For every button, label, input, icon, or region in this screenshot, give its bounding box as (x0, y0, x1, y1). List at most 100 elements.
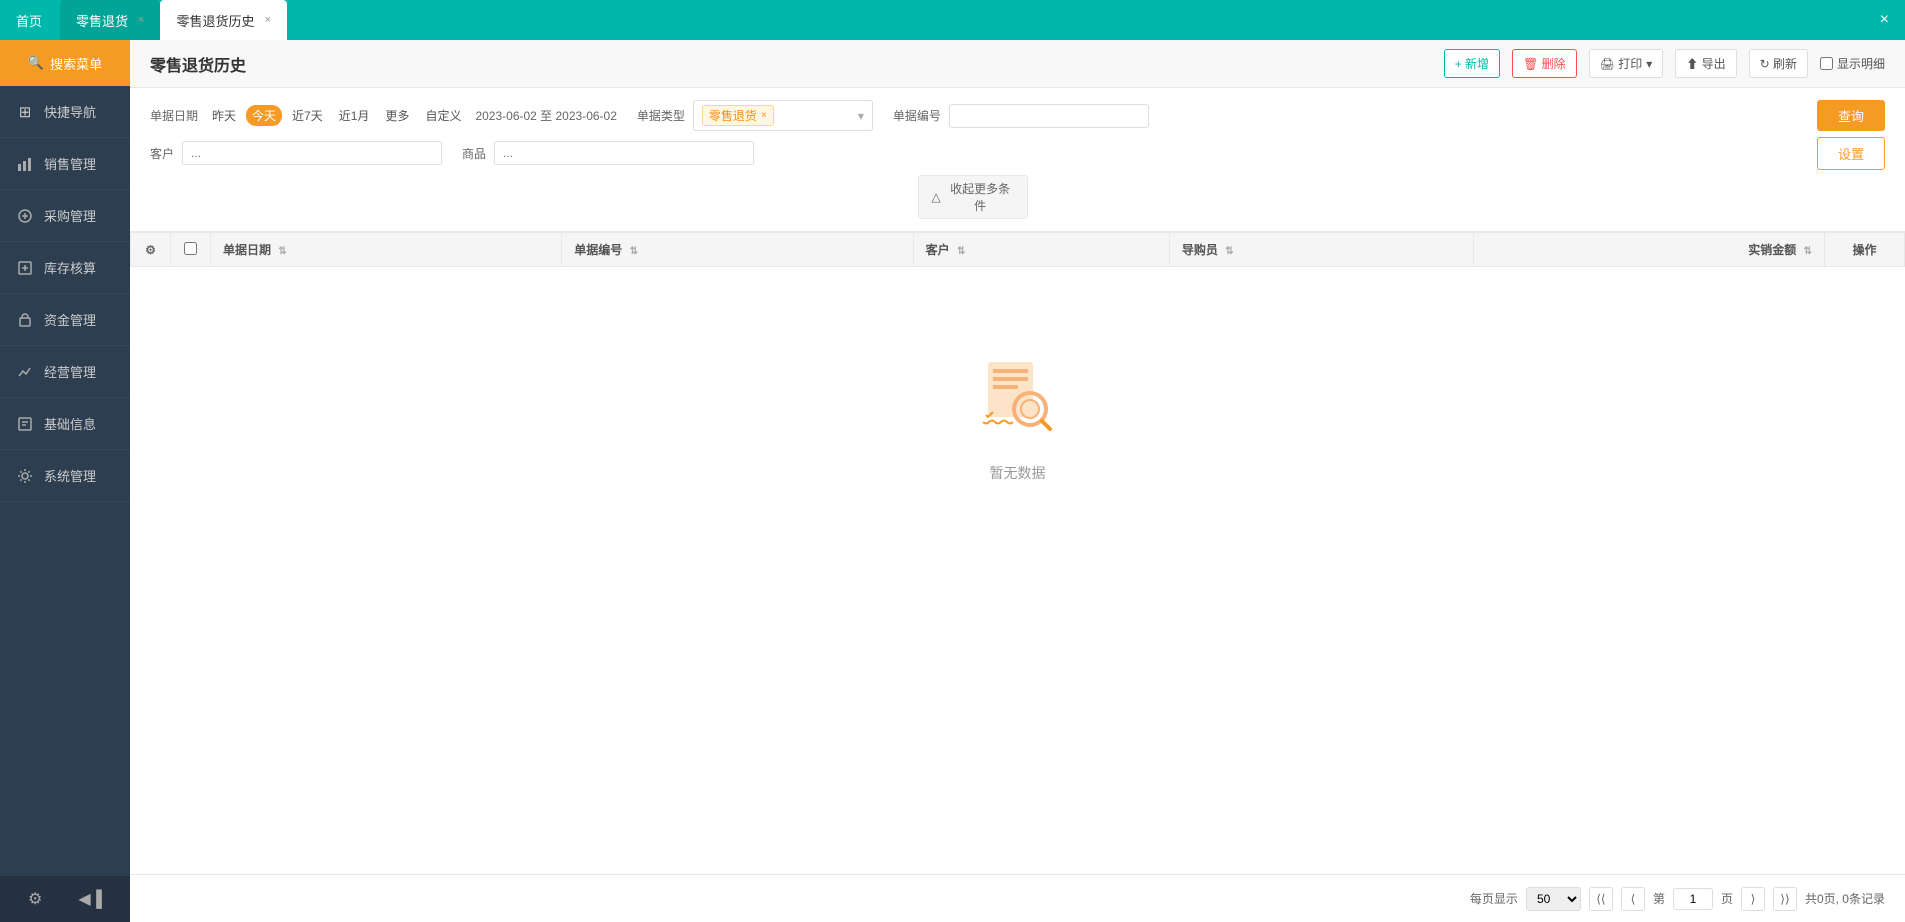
toolbar: + 新增 🗑 删除 🖨 打印 ▾ ⬆ 导出 ↻ 刷新 显示明细 (1444, 49, 1885, 78)
filter-main-row: 单据日期 昨天 今天 近7天 近1月 更多 自定义 2023-06-02 至 2… (150, 100, 1885, 219)
page-title: 零售退货历史 (150, 52, 1444, 76)
col-checkbox[interactable] (171, 233, 211, 267)
main-layout: 🔍 搜索菜单 ⊞ 快捷导航 销售管理 采购管理 (0, 40, 1905, 922)
settings-footer-icon[interactable]: ⚙ (28, 889, 42, 909)
print-dropdown-icon: ▾ (1646, 57, 1652, 71)
col-amount[interactable]: 实销金额 ⇅ (1473, 233, 1824, 267)
sidebar-item-inventory-label: 库存核算 (44, 258, 96, 277)
sidebar-item-sales-mgmt[interactable]: 销售管理 (0, 138, 130, 190)
settings-button[interactable]: 设置 (1817, 137, 1885, 170)
last-page-button[interactable]: ⟩⟩ (1773, 887, 1797, 911)
per-page-label: 每页显示 (1470, 890, 1518, 907)
col-actions: 操作 (1825, 233, 1905, 267)
sidebar-item-quick-nav[interactable]: ⊞ 快捷导航 (0, 86, 130, 138)
filter-fields: 单据日期 昨天 今天 近7天 近1月 更多 自定义 2023-06-02 至 2… (150, 100, 1797, 219)
date-shortcut-custom[interactable]: 自定义 (419, 105, 467, 126)
doc-no-input[interactable] (949, 104, 1149, 128)
date-shortcut-today[interactable]: 今天 (246, 105, 282, 126)
sidebar: 🔍 搜索菜单 ⊞ 快捷导航 销售管理 采购管理 (0, 40, 130, 922)
empty-row: 暂无数据 (131, 267, 1905, 564)
filter-row-2: 客户 商品 (150, 141, 1797, 165)
page-label: 第 (1653, 890, 1665, 907)
sidebar-item-inventory[interactable]: 库存核算 (0, 242, 130, 294)
delete-button[interactable]: 🗑 删除 (1512, 49, 1577, 78)
goods-input[interactable] (494, 141, 754, 165)
col-settings[interactable]: ⚙ (131, 233, 171, 267)
print-button[interactable]: 🖨 打印 ▾ (1589, 49, 1664, 78)
doc-type-tag-close[interactable]: × (761, 110, 767, 121)
first-page-button[interactable]: ⟨⟨ (1589, 887, 1613, 911)
print-button-label: 🖨 打印 (1600, 55, 1643, 72)
data-table: ⚙ 单据日期 ⇅ 单据编号 ⇅ (130, 232, 1905, 563)
date-shortcut-7days[interactable]: 近7天 (286, 105, 329, 126)
search-icon: 🔍 (28, 55, 44, 71)
sidebar-item-basic-info[interactable]: 基础信息 (0, 398, 130, 450)
sidebar-item-system[interactable]: 系统管理 (0, 450, 130, 502)
speaker-footer-icon[interactable]: ◀▐ (78, 889, 102, 909)
empty-illustration (968, 347, 1068, 447)
col-guide[interactable]: 导购员 ⇅ (1169, 233, 1473, 267)
refresh-button[interactable]: ↻ 刷新 (1749, 49, 1808, 78)
sales-icon (16, 155, 34, 173)
page-suffix: 页 (1721, 890, 1733, 907)
collapse-button[interactable]: △ 收起更多条件 (918, 175, 1028, 219)
date-filter-group: 单据日期 昨天 今天 近7天 近1月 更多 自定义 2023-06-02 至 2… (150, 105, 617, 126)
quick-nav-icon: ⊞ (16, 103, 34, 121)
new-button[interactable]: + 新增 (1444, 49, 1500, 78)
prev-page-button[interactable]: ⟨ (1621, 887, 1645, 911)
tab-retail-return[interactable]: 零售退货 × (60, 0, 160, 40)
collapse-icon: △ (931, 190, 940, 204)
date-shortcut-yesterday[interactable]: 昨天 (206, 105, 242, 126)
select-all-checkbox[interactable] (184, 242, 197, 255)
date-shortcuts: 昨天 今天 近7天 近1月 更多 自定义 (206, 105, 467, 126)
doc-type-label: 单据类型 (637, 107, 685, 124)
customer-filter-group: 客户 (150, 141, 442, 165)
table-settings-icon: ⚙ (145, 243, 156, 257)
refresh-button-label: ↻ 刷新 (1760, 55, 1797, 72)
table-area: ⚙ 单据日期 ⇅ 单据编号 ⇅ (130, 232, 1905, 874)
goods-filter-group: 商品 (462, 141, 754, 165)
doc-no-filter-group: 单据编号 (893, 104, 1149, 128)
tab-retail-return-close[interactable]: × (138, 14, 144, 26)
table-body: 暂无数据 (131, 267, 1905, 564)
page-input[interactable] (1673, 888, 1713, 910)
date-label: 单据日期 (150, 107, 198, 124)
per-page-select[interactable]: 50 10 20 100 (1526, 887, 1581, 911)
export-button[interactable]: ⬆ 导出 (1675, 49, 1736, 78)
col-amount-label: 实销金额 (1748, 243, 1796, 257)
empty-cell: 暂无数据 (131, 267, 1905, 564)
col-customer[interactable]: 客户 ⇅ (913, 233, 1169, 267)
col-actions-label: 操作 (1852, 243, 1876, 257)
query-button[interactable]: 查询 (1817, 100, 1885, 131)
col-date[interactable]: 单据日期 ⇅ (211, 233, 562, 267)
customer-input[interactable] (182, 141, 442, 165)
col-date-sort-icon: ⇅ (278, 246, 286, 257)
basic-info-icon (16, 415, 34, 433)
top-bar: 首页 零售退货 × 零售退货历史 × × (0, 0, 1905, 40)
system-icon (16, 467, 34, 485)
tab-retail-return-history[interactable]: 零售退货历史 × (160, 0, 286, 40)
col-no[interactable]: 单据编号 ⇅ (562, 233, 913, 267)
delete-button-label: 🗑 删除 (1523, 55, 1566, 72)
tab-retail-return-history-close[interactable]: × (264, 14, 270, 26)
sidebar-item-operations[interactable]: 经营管理 (0, 346, 130, 398)
window-close-button[interactable]: × (1864, 11, 1905, 29)
query-buttons: 查询 设置 (1817, 100, 1885, 170)
sidebar-item-purchase-mgmt[interactable]: 采购管理 (0, 190, 130, 242)
pagination-bar: 每页显示 50 10 20 100 ⟨⟨ ⟨ 第 页 ⟩ ⟩⟩ 共0页, 0条记… (130, 874, 1905, 922)
settings-button-label: 设置 (1838, 147, 1864, 162)
date-shortcut-more[interactable]: 更多 (379, 105, 415, 126)
sidebar-search[interactable]: 🔍 搜索菜单 (0, 40, 130, 86)
doc-type-dropdown-icon: ▾ (858, 109, 864, 123)
show-detail-checkbox-group[interactable]: 显示明细 (1820, 55, 1885, 72)
show-detail-checkbox[interactable] (1820, 57, 1833, 70)
sidebar-item-finance[interactable]: 资金管理 (0, 294, 130, 346)
tab-home[interactable]: 首页 (0, 0, 58, 40)
tab-home-label: 首页 (16, 11, 42, 30)
next-page-button[interactable]: ⟩ (1741, 887, 1765, 911)
collapse-label: 收起更多条件 (945, 180, 1016, 214)
sidebar-item-sales-mgmt-label: 销售管理 (44, 154, 96, 173)
doc-no-label: 单据编号 (893, 107, 941, 124)
date-shortcut-1month[interactable]: 近1月 (333, 105, 376, 126)
doc-type-select[interactable]: 零售退货 × ▾ (693, 100, 873, 131)
